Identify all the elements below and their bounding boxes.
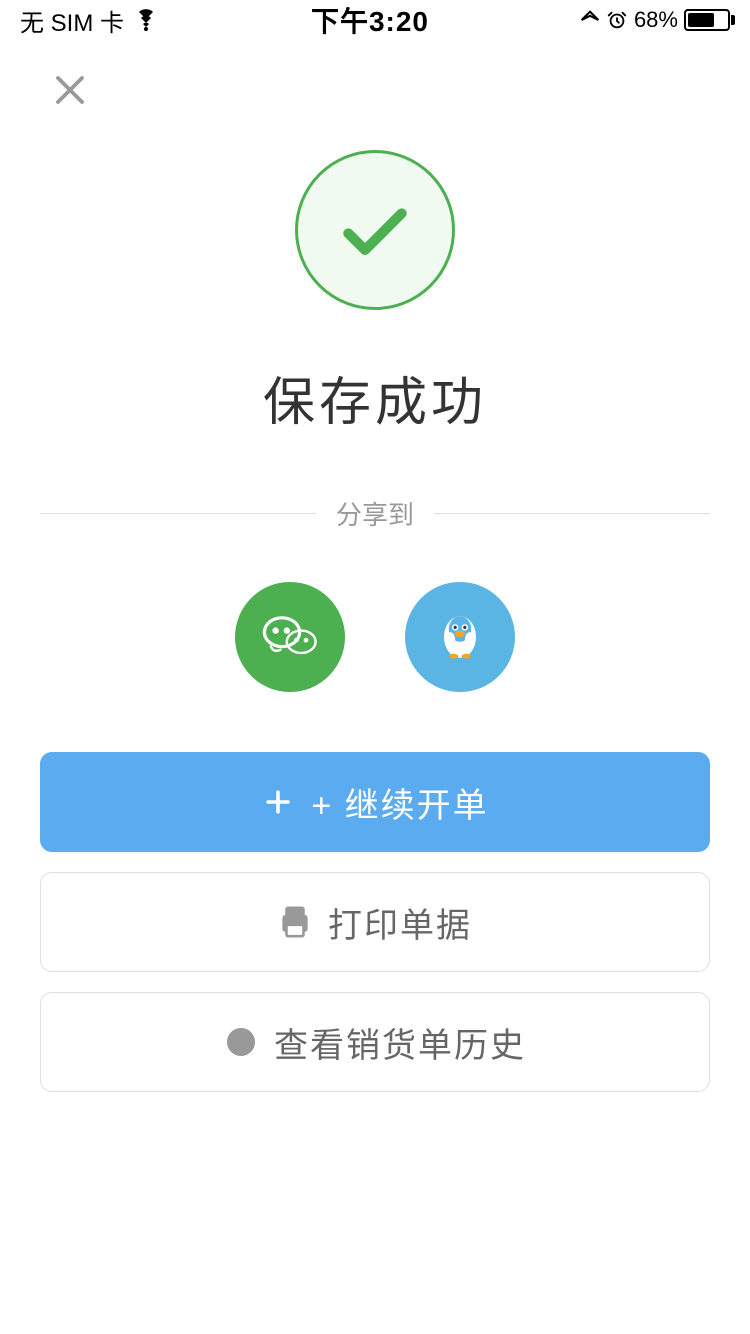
close-icon xyxy=(52,72,88,108)
success-section: 保存成功 xyxy=(40,150,710,435)
share-icons xyxy=(40,582,710,692)
history-label: 查看销货单历史 xyxy=(274,1018,526,1067)
main-content: 保存成功 分享到 xyxy=(0,40,750,1132)
share-section: 分享到 xyxy=(40,495,710,692)
status-left: 无 SIM 卡 xyxy=(20,3,160,38)
continue-button[interactable]: + 继续开单 xyxy=(40,752,710,852)
success-title: 保存成功 xyxy=(263,360,487,435)
battery-percentage: 68% xyxy=(634,7,678,33)
alarm-icon xyxy=(606,9,628,31)
battery-fill xyxy=(688,13,714,27)
continue-label: + 继续开单 xyxy=(311,778,488,827)
no-sim-text: 无 SIM 卡 xyxy=(20,3,124,38)
plus-icon xyxy=(261,785,295,819)
close-button[interactable] xyxy=(40,60,100,120)
history-button[interactable]: 查看销货单历史 xyxy=(40,992,710,1092)
status-bar: 无 SIM 卡 下午3:20 68% xyxy=(0,0,750,40)
wifi-icon xyxy=(132,9,160,31)
qq-share-button[interactable] xyxy=(405,582,515,692)
success-circle xyxy=(295,150,455,310)
status-time: 下午3:20 xyxy=(311,0,429,40)
print-button[interactable]: 打印单据 xyxy=(40,872,710,972)
share-label: 分享到 xyxy=(336,495,414,532)
status-right: 68% xyxy=(580,7,730,33)
share-divider: 分享到 xyxy=(40,495,710,532)
location-icon xyxy=(580,10,600,30)
battery-icon xyxy=(684,9,730,31)
wechat-icon xyxy=(258,605,322,669)
wechat-share-button[interactable] xyxy=(235,582,345,692)
history-icon xyxy=(224,1025,258,1059)
action-buttons: + 继续开单 打印单据 查看销货单历史 xyxy=(40,752,710,1092)
qq-icon xyxy=(428,605,492,669)
checkmark-icon xyxy=(335,190,415,270)
print-label: 打印单据 xyxy=(328,898,472,947)
print-icon xyxy=(278,905,312,939)
